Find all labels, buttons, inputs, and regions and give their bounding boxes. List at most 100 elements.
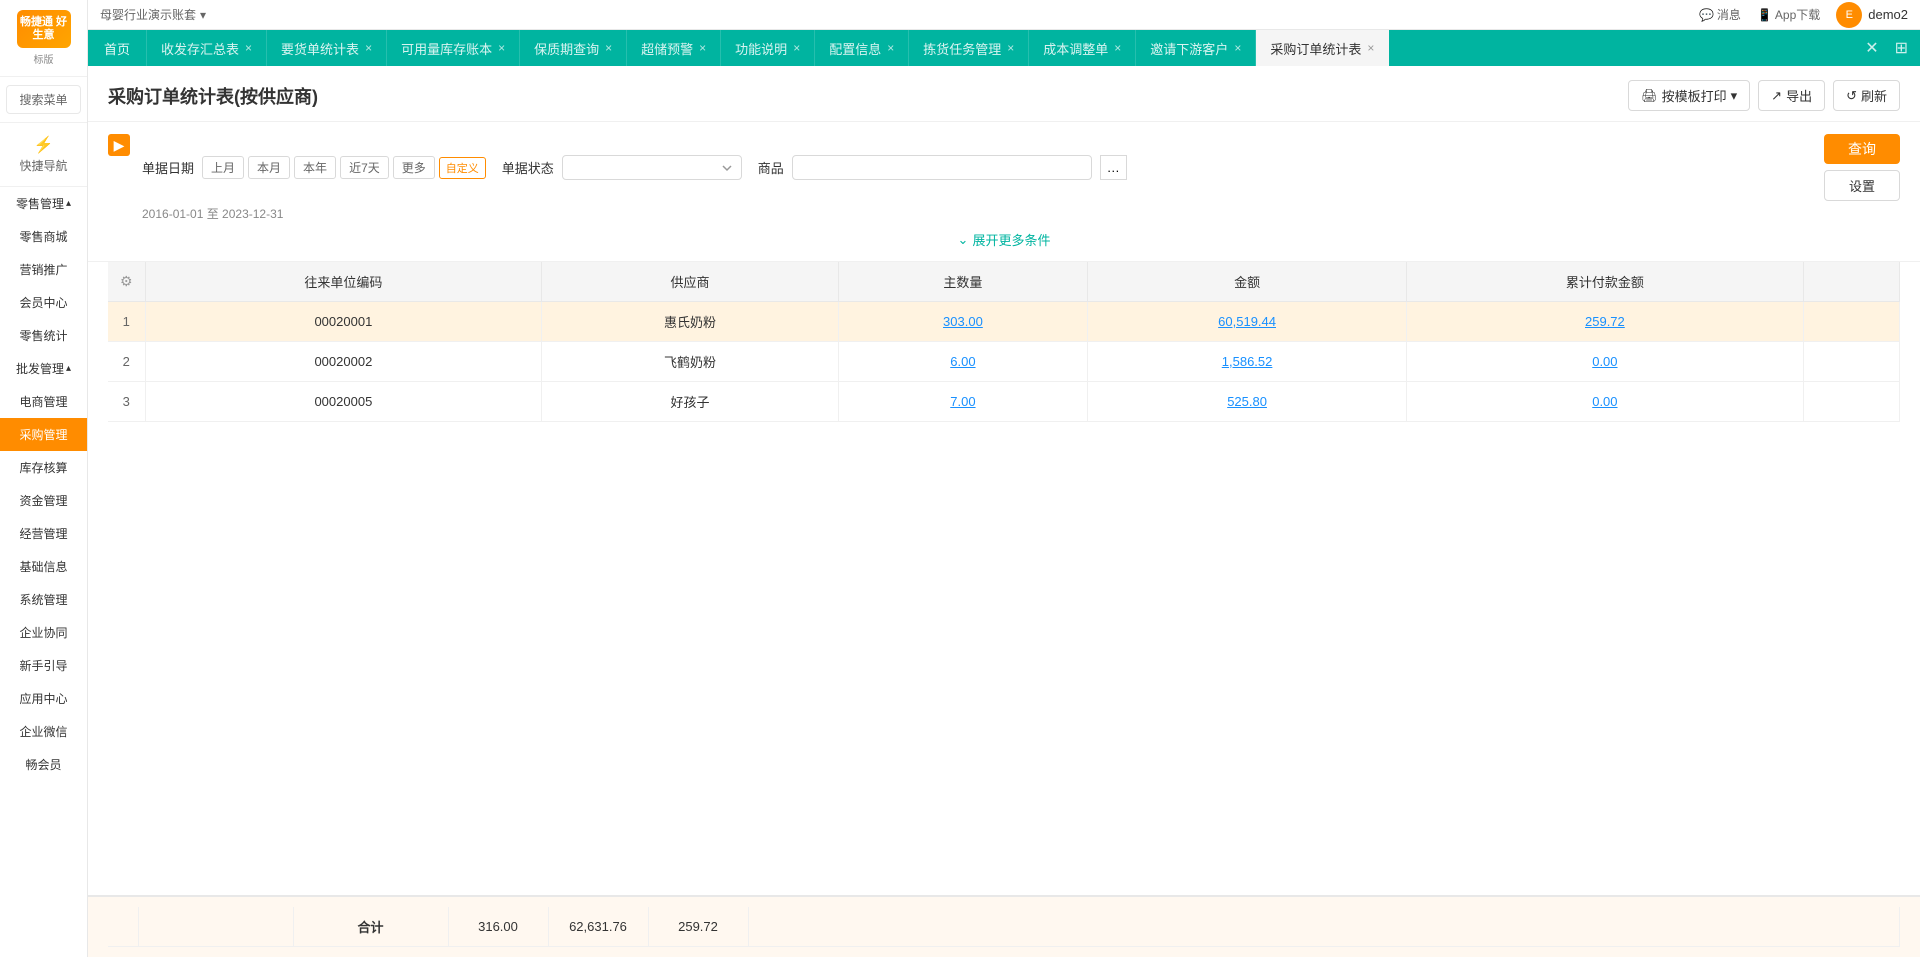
date-this-month[interactable]: 本月 bbox=[248, 156, 290, 179]
status-select[interactable] bbox=[562, 155, 742, 180]
sidebar-item-9[interactable]: 资金管理 bbox=[0, 484, 87, 517]
tab-peizhi[interactable]: 配置信息 × bbox=[815, 30, 909, 66]
sidebar-item-10[interactable]: 经营管理 bbox=[0, 517, 87, 550]
tab-close-10[interactable]: × bbox=[1367, 41, 1374, 55]
goods-more-button[interactable]: … bbox=[1100, 155, 1127, 180]
column-settings-icon[interactable]: ⚙ bbox=[120, 273, 133, 289]
table-row: 2 00020002 飞鹤奶粉 6.00 1,586.52 0.00 bbox=[108, 342, 1900, 382]
sidebar-item-12[interactable]: 系统管理 bbox=[0, 583, 87, 616]
search-button[interactable]: 查询 bbox=[1824, 134, 1900, 164]
tab-yaohuo[interactable]: 要货单统计表 × bbox=[267, 30, 387, 66]
sidebar-item-4[interactable]: 零售统计 bbox=[0, 319, 87, 352]
table-header: ⚙ 往来单位编码 供应商 主数量 金额 累计付款金额 bbox=[108, 262, 1900, 302]
sidebar-item-17[interactable]: 畅会员 bbox=[0, 748, 87, 781]
col-settings-header[interactable]: ⚙ bbox=[108, 262, 145, 302]
tab-close-9[interactable]: × bbox=[1234, 41, 1241, 55]
tab-close-1[interactable]: × bbox=[365, 41, 372, 55]
col-extra bbox=[1803, 262, 1899, 302]
workspace-selector[interactable]: 母婴行业演示账套 ▾ bbox=[100, 6, 206, 23]
sidebar-item-11[interactable]: 基础信息 bbox=[0, 550, 87, 583]
page-title: 采购订单统计表(按供应商) bbox=[108, 83, 318, 109]
row-paid-1[interactable]: 0.00 bbox=[1407, 342, 1804, 382]
sidebar-item-14[interactable]: 新手引导 bbox=[0, 649, 87, 682]
summary-amount: 62,631.76 bbox=[548, 907, 648, 947]
page-header: 采购订单统计表(按供应商) 🖨 按模板打印 ▾ ↗ 导出 ↺ 刷新 bbox=[88, 66, 1920, 122]
template-print-button[interactable]: 🖨 按模板打印 ▾ bbox=[1628, 80, 1750, 111]
tab-jianhuo[interactable]: 拣货任务管理 × bbox=[909, 30, 1029, 66]
row-qty-1[interactable]: 6.00 bbox=[838, 342, 1087, 382]
date-7-days[interactable]: 近7天 bbox=[340, 156, 389, 179]
table-footer: 合计 316.00 62,631.76 259.72 bbox=[88, 895, 1920, 957]
sidebar-item-2[interactable]: 营销推广 bbox=[0, 253, 87, 286]
tab-baozhi[interactable]: 保质期查询 × bbox=[520, 30, 627, 66]
search-menu-button[interactable]: 搜索菜单 bbox=[6, 85, 81, 114]
row-amount-2[interactable]: 525.80 bbox=[1088, 382, 1407, 422]
filter-row-1: 单据日期 上月 本月 本年 近7天 更多 自定义 bbox=[142, 134, 1900, 201]
date-last-month[interactable]: 上月 bbox=[202, 156, 244, 179]
workspace-name: 母婴行业演示账套 bbox=[100, 6, 196, 23]
tab-close-5[interactable]: × bbox=[793, 41, 800, 55]
refresh-button[interactable]: ↺ 刷新 bbox=[1833, 80, 1900, 111]
goods-input[interactable] bbox=[792, 155, 1092, 180]
status-filter: 单据状态 bbox=[502, 155, 742, 180]
expand-more-filters[interactable]: ⌄ 展开更多条件 bbox=[108, 230, 1900, 249]
username-label: demo2 bbox=[1868, 7, 1908, 22]
tab-close-4[interactable]: × bbox=[699, 41, 706, 55]
expand-more-button[interactable]: ⌄ 展开更多条件 bbox=[958, 230, 1051, 249]
sidebar-item-13[interactable]: 企业协同 bbox=[0, 616, 87, 649]
date-custom-tag: 自定义 bbox=[439, 157, 486, 179]
row-qty-2[interactable]: 7.00 bbox=[838, 382, 1087, 422]
row-qty-0[interactable]: 303.00 bbox=[838, 302, 1087, 342]
tab-shoufa[interactable]: 收发存汇总表 × bbox=[147, 30, 267, 66]
avatar: E bbox=[1836, 2, 1862, 28]
tab-kuyong[interactable]: 可用量库存账本 × bbox=[387, 30, 520, 66]
row-extra-2 bbox=[1803, 382, 1899, 422]
quick-nav-button[interactable]: ⚡ 快捷导航 bbox=[0, 129, 87, 180]
expand-tabs-button[interactable]: ⊞ bbox=[1891, 36, 1912, 60]
export-button[interactable]: ↗ 导出 bbox=[1758, 80, 1825, 111]
col-qty-header: 主数量 bbox=[838, 262, 1087, 302]
row-amount-0[interactable]: 60,519.44 bbox=[1088, 302, 1407, 342]
row-paid-2[interactable]: 0.00 bbox=[1407, 382, 1804, 422]
row-paid-0[interactable]: 259.72 bbox=[1407, 302, 1804, 342]
tab-close-3[interactable]: × bbox=[605, 41, 612, 55]
tab-close-2[interactable]: × bbox=[498, 41, 505, 55]
filter-content: 单据日期 上月 本月 本年 近7天 更多 自定义 bbox=[142, 134, 1900, 222]
date-more[interactable]: 更多 bbox=[393, 156, 435, 179]
quick-nav-section: ⚡ 快捷导航 bbox=[0, 123, 87, 187]
sidebar-item-16[interactable]: 企业微信 bbox=[0, 715, 87, 748]
sidebar-item-6[interactable]: 电商管理 bbox=[0, 385, 87, 418]
row-amount-1[interactable]: 1,586.52 bbox=[1088, 342, 1407, 382]
app-download-button[interactable]: 📱 App下载 bbox=[1757, 6, 1820, 23]
tab-close-6[interactable]: × bbox=[887, 41, 894, 55]
tab-chaochujing[interactable]: 超储预警 × bbox=[627, 30, 721, 66]
tab-home[interactable]: 首页 bbox=[88, 30, 147, 66]
status-filter-label: 单据状态 bbox=[502, 158, 554, 177]
messages-button[interactable]: 💬 消息 bbox=[1699, 6, 1741, 23]
tab-gongneng[interactable]: 功能说明 × bbox=[721, 30, 815, 66]
tab-close-7[interactable]: × bbox=[1007, 41, 1014, 55]
tab-yaoqing[interactable]: 邀请下游客户 × bbox=[1136, 30, 1256, 66]
search-action-group: 查询 设置 bbox=[1824, 134, 1900, 201]
close-all-tabs-button[interactable]: ✕ bbox=[1861, 36, 1882, 60]
sidebar-item-3[interactable]: 会员中心 bbox=[0, 286, 87, 319]
settings-button[interactable]: 设置 bbox=[1824, 170, 1900, 201]
user-menu[interactable]: E demo2 bbox=[1836, 2, 1908, 28]
sidebar-search-area[interactable]: 搜索菜单 bbox=[0, 77, 87, 123]
sidebar-item-8[interactable]: 库存核算 bbox=[0, 451, 87, 484]
tab-close-8[interactable]: × bbox=[1114, 41, 1121, 55]
sidebar-item-0[interactable]: 零售管理 ▴ bbox=[0, 187, 87, 220]
tab-close-0[interactable]: × bbox=[245, 41, 252, 55]
summary-table: 合计 316.00 62,631.76 259.72 bbox=[108, 907, 1900, 947]
sidebar-item-7[interactable]: 采购管理 bbox=[0, 418, 87, 451]
tab-chengben[interactable]: 成本调整单 × bbox=[1029, 30, 1136, 66]
sidebar-item-15[interactable]: 应用中心 bbox=[0, 682, 87, 715]
date-filter-label: 单据日期 bbox=[142, 158, 194, 177]
goods-filter-label: 商品 bbox=[758, 158, 784, 177]
sidebar-item-5[interactable]: 批发管理 ▴ bbox=[0, 352, 87, 385]
sidebar-menu: 零售管理 ▴零售商城营销推广会员中心零售统计批发管理 ▴电商管理采购管理库存核算… bbox=[0, 187, 87, 781]
date-this-year[interactable]: 本年 bbox=[294, 156, 336, 179]
filter-toggle-button[interactable]: ▶ bbox=[108, 134, 130, 156]
sidebar-item-1[interactable]: 零售商城 bbox=[0, 220, 87, 253]
tab-caigou-active[interactable]: 采购订单统计表 × bbox=[1256, 30, 1389, 66]
